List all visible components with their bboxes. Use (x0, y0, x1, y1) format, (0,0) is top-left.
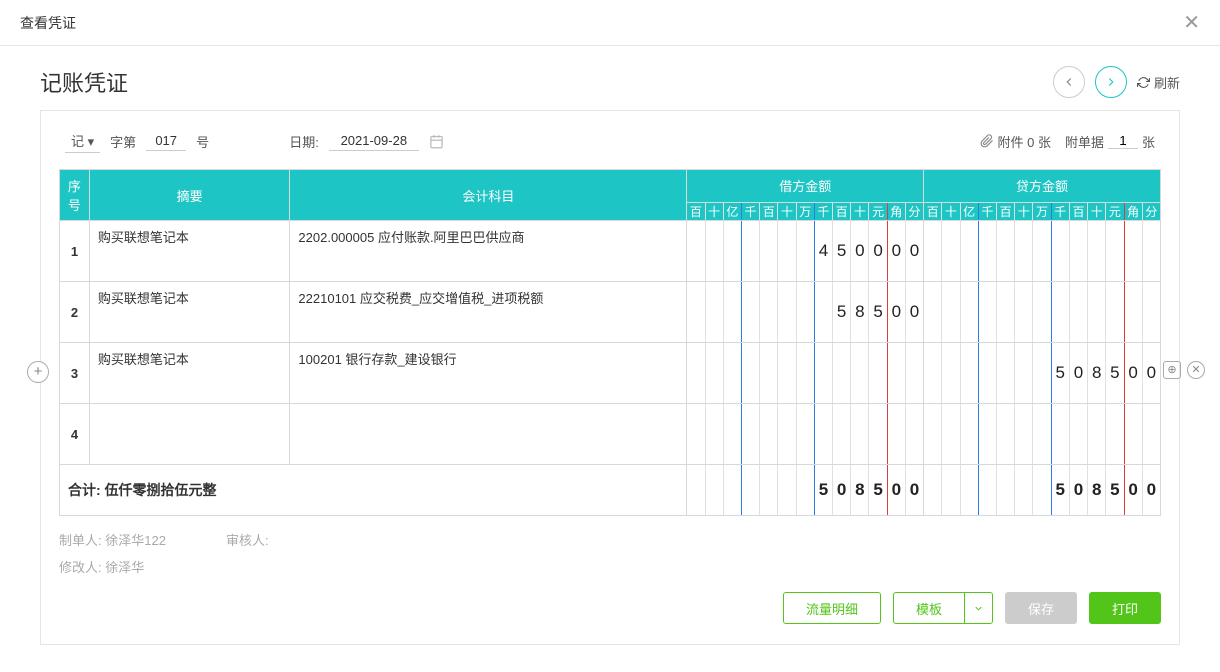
total-credit: 508500 (924, 465, 1161, 516)
page-title: 记账凭证 (40, 66, 128, 98)
print-button[interactable]: 打印 (1089, 592, 1161, 624)
row-summary[interactable] (89, 404, 290, 465)
th-account: 会计科目 (290, 170, 687, 221)
save-button: 保存 (1005, 592, 1077, 624)
number-suffix: 号 (196, 132, 209, 151)
template-split-button: 模板 (893, 592, 993, 624)
row-credit[interactable] (924, 282, 1161, 343)
attachment-link[interactable]: 附件 0 张 (980, 132, 1051, 151)
th-idx: 序号 (60, 170, 90, 221)
delete-row-icon[interactable]: ✕ (1187, 361, 1205, 379)
modal-title: 查看凭证 (20, 13, 76, 33)
receipt-count-input[interactable] (1108, 133, 1138, 149)
close-button[interactable]: ✕ (1183, 10, 1200, 35)
row-credit[interactable] (924, 221, 1161, 282)
voucher-table: 序号 摘要 会计科目 借方金额 贷方金额 百十亿千百十万千百十元角分 百十亿千百… (59, 169, 1161, 516)
th-debit-digits: 百十亿千百十万千百十元角分 (687, 202, 924, 220)
row-account[interactable]: 2202.000005 应付账款.阿里巴巴供应商 (290, 221, 687, 282)
row-debit[interactable]: 450000 (687, 221, 924, 282)
table-foot: 合计: 伍仟零捌拾伍元整 508500 508500 (60, 465, 1161, 516)
word-label: 字第 (110, 132, 136, 151)
modal-header: 查看凭证 ✕ (0, 0, 1220, 46)
template-button[interactable]: 模板 (893, 592, 965, 624)
refresh-label: 刷新 (1154, 73, 1180, 92)
paperclip-icon (980, 134, 994, 148)
th-credit: 贷方金额 (924, 170, 1161, 203)
row-idx: 1 (60, 221, 90, 282)
footer-info: 制单人: 徐泽华122 审核人: (59, 530, 1161, 549)
table-body: 1购买联想笔记本2202.000005 应付账款.阿里巴巴供应商4500002购… (60, 221, 1161, 465)
meta-row: 记 ▾ 字第 号 日期: 附件 0 张 附单据 张 (59, 129, 1161, 153)
row-credit[interactable]: 508500 (924, 343, 1161, 404)
row-idx: 2 (60, 282, 90, 343)
table-row: 3购买联想笔记本100201 银行存款_建设银行 508500 (60, 343, 1161, 404)
content: 记账凭证 刷新 记 ▾ 字第 号 日期: (0, 46, 1220, 665)
auditor-info: 审核人: (226, 530, 269, 549)
voucher-card: 记 ▾ 字第 号 日期: 附件 0 张 附单据 张 (40, 110, 1180, 645)
total-debit: 508500 (687, 465, 924, 516)
total-text: 合计: 伍仟零捌拾伍元整 (60, 465, 687, 516)
row-idx: 4 (60, 404, 90, 465)
calendar-icon[interactable] (429, 134, 444, 149)
row-credit[interactable] (924, 404, 1161, 465)
insert-row-icon[interactable]: ⊕ (1163, 361, 1181, 379)
prev-button[interactable] (1053, 66, 1085, 98)
table-row: 4 (60, 404, 1161, 465)
row-debit[interactable]: 58500 (687, 282, 924, 343)
table-row: 2购买联想笔记本22210101 应交税费_应交增值税_进项税额58500 (60, 282, 1161, 343)
add-row-button[interactable]: + (27, 361, 49, 383)
creator-info: 制单人: 徐泽华122 (59, 530, 166, 549)
action-bar: 流量明细 模板 保存 打印 (59, 592, 1161, 624)
nav-controls: 刷新 (1053, 66, 1180, 98)
table-head: 序号 摘要 会计科目 借方金额 贷方金额 百十亿千百十万千百十元角分 百十亿千百… (60, 170, 1161, 221)
receipt-label: 附单据 (1065, 132, 1104, 151)
type-select[interactable]: 记 ▾ (65, 129, 100, 153)
footer-info-2: 修改人: 徐泽华 (59, 557, 1161, 576)
refresh-icon (1137, 76, 1150, 89)
row-summary[interactable]: 购买联想笔记本 (89, 282, 290, 343)
row-idx: 3 (60, 343, 90, 404)
chevron-down-icon (973, 603, 984, 614)
title-row: 记账凭证 刷新 (40, 66, 1180, 98)
voucher-number-input[interactable] (146, 131, 186, 151)
row-actions: ⊕✕ (1163, 361, 1205, 379)
table-row: 1购买联想笔记本2202.000005 应付账款.阿里巴巴供应商450000 (60, 221, 1161, 282)
meta-left: 记 ▾ 字第 号 日期: (65, 129, 444, 153)
attachment-label: 附件 0 张 (998, 132, 1051, 151)
receipt-suffix: 张 (1142, 132, 1155, 151)
arrow-right-icon (1104, 75, 1118, 89)
th-debit: 借方金额 (687, 170, 924, 203)
template-dropdown[interactable] (965, 592, 993, 624)
row-debit[interactable] (687, 343, 924, 404)
row-debit[interactable] (687, 404, 924, 465)
row-summary[interactable]: 购买联想笔记本 (89, 343, 290, 404)
next-button[interactable] (1095, 66, 1127, 98)
date-input[interactable] (329, 131, 419, 151)
date-label: 日期: (289, 132, 319, 151)
table-wrap: 序号 摘要 会计科目 借方金额 贷方金额 百十亿千百十万千百十元角分 百十亿千百… (59, 169, 1161, 516)
row-account[interactable] (290, 404, 687, 465)
row-account[interactable]: 100201 银行存款_建设银行 (290, 343, 687, 404)
row-account[interactable]: 22210101 应交税费_应交增值税_进项税额 (290, 282, 687, 343)
flow-detail-button[interactable]: 流量明细 (783, 592, 881, 624)
th-summary: 摘要 (89, 170, 290, 221)
arrow-left-icon (1062, 75, 1076, 89)
refresh-button[interactable]: 刷新 (1137, 73, 1180, 92)
modifier-info: 修改人: 徐泽华 (59, 557, 144, 576)
meta-right: 附件 0 张 附单据 张 (980, 132, 1156, 151)
th-credit-digits: 百十亿千百十万千百十元角分 (924, 202, 1161, 220)
receipt-group: 附单据 张 (1065, 132, 1155, 151)
row-summary[interactable]: 购买联想笔记本 (89, 221, 290, 282)
